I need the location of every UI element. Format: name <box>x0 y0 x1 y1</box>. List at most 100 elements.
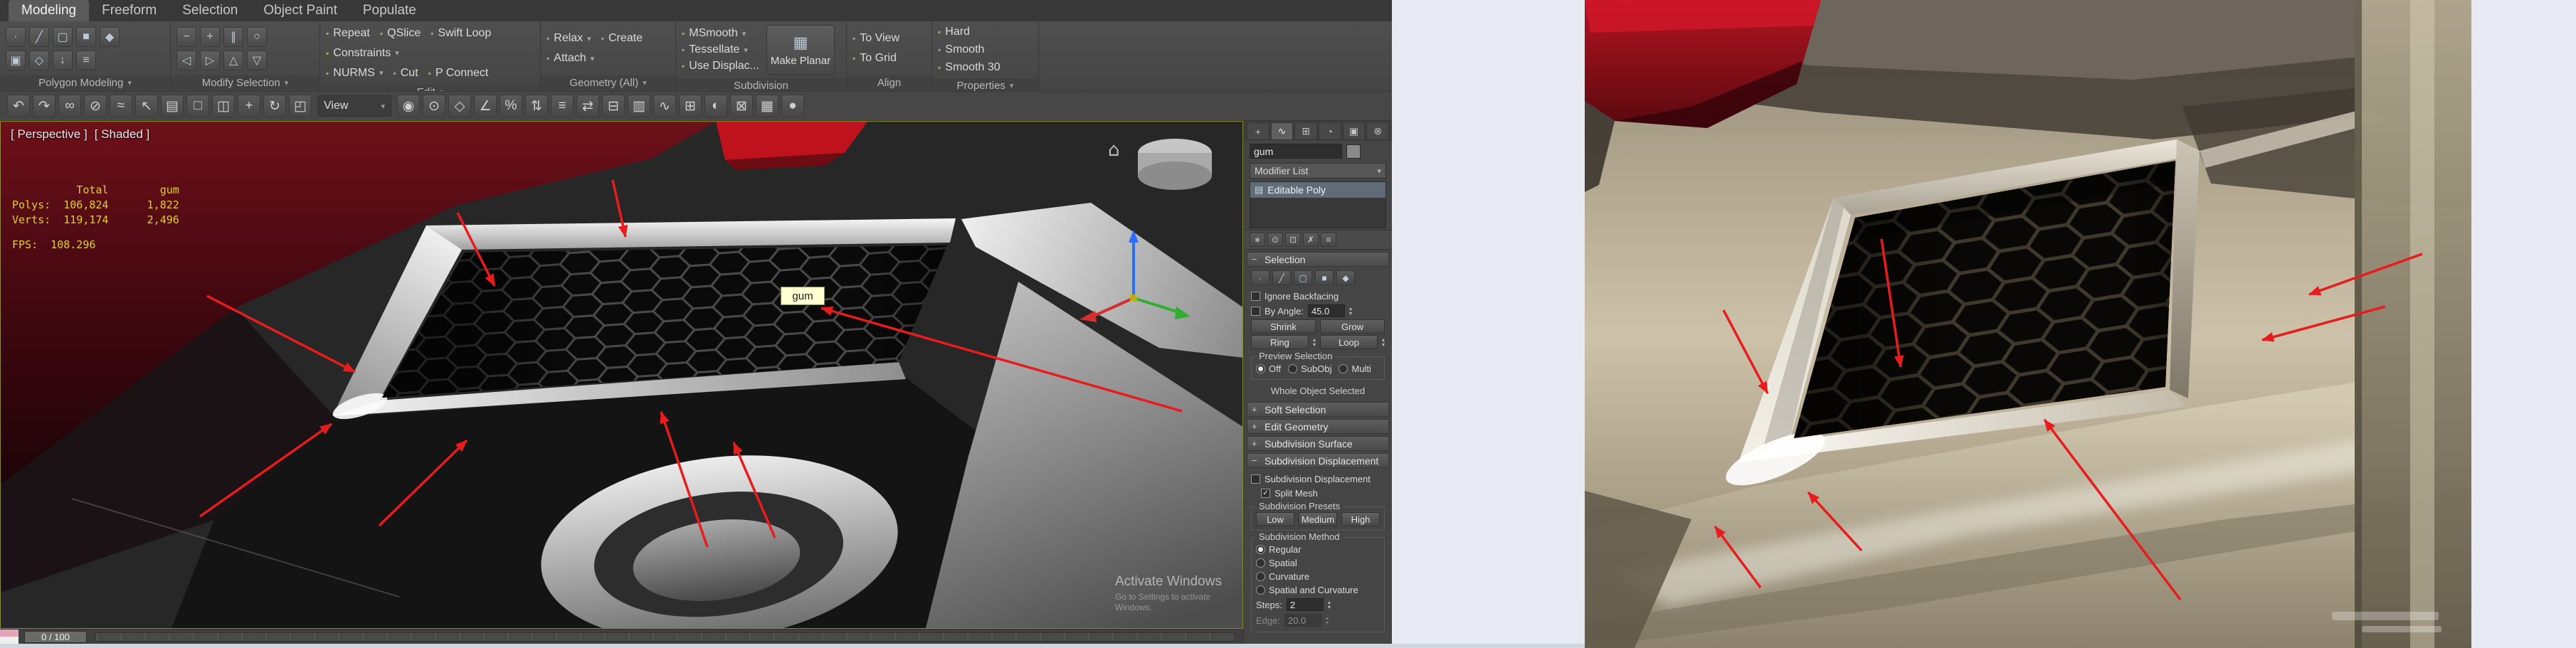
material-editor-icon[interactable]: ◐ <box>704 95 727 117</box>
viewcube[interactable] <box>1138 139 1212 190</box>
snaps-toggle-icon[interactable]: ◇ <box>448 95 471 117</box>
element-subobject-icon[interactable]: ◆ <box>100 26 120 47</box>
loop-selection-icon[interactable]: ○ <box>247 26 267 47</box>
select-by-name-icon[interactable]: ▤ <box>161 95 184 117</box>
time-slider-track[interactable] <box>95 632 1235 642</box>
ribbon-tab-selection[interactable]: Selection <box>169 0 250 21</box>
angle-snap-icon[interactable]: ∠ <box>474 95 497 117</box>
bind-spacewarp-icon[interactable]: ≈ <box>110 95 132 117</box>
shrink-button[interactable]: Shrink <box>1251 319 1316 334</box>
schematic-view-icon[interactable]: ⊞ <box>679 95 702 117</box>
modeling-options-icon[interactable]: ≡ <box>76 50 96 70</box>
steps-spinner[interactable]: ▴ ▾ <box>1328 600 1331 610</box>
geometry-all-group-label[interactable]: Geometry (All) ▾ <box>541 75 675 91</box>
select-link-icon[interactable]: ∞ <box>58 95 81 117</box>
show-end-result-icon[interactable]: ⊙ <box>1267 233 1283 247</box>
rollout-subdivision-surface-header[interactable]: + Subdivision Surface <box>1247 436 1389 451</box>
rollout-edit-geometry-header[interactable]: + Edit Geometry <box>1247 419 1389 434</box>
preset-low-button[interactable]: Low <box>1256 512 1294 526</box>
polygon-modeling-group-label[interactable]: Polygon Modeling ▾ <box>0 75 170 91</box>
element-subobject-icon[interactable]: ◆ <box>1336 270 1355 285</box>
ring-grow-icon[interactable]: ▷ <box>200 50 220 70</box>
preview-subobj-radio[interactable]: SubObj <box>1288 362 1331 376</box>
layer-manager-icon[interactable]: ▥ <box>628 95 650 117</box>
viewport-pov-label[interactable]: [ Perspective ] <box>11 127 88 142</box>
preview-off-radio[interactable]: Off <box>1256 362 1281 376</box>
ribbon-tab-object-paint[interactable]: Object Paint <box>250 0 350 21</box>
window-crossing-icon[interactable]: ◫ <box>212 95 235 117</box>
make-planar-button[interactable]: ▦ Make Planar <box>766 25 835 75</box>
border-subobject-icon[interactable]: ▢ <box>53 26 73 47</box>
edge-subobject-icon[interactable]: ╱ <box>29 26 49 47</box>
motion-tab-icon[interactable]: ◔ <box>1319 122 1341 139</box>
show-cage-icon[interactable]: ◇ <box>29 50 49 70</box>
rollout-selection-header[interactable]: − Selection <box>1247 252 1389 267</box>
modify-selection-group-label[interactable]: Modify Selection ▾ <box>171 75 320 91</box>
edge-subobject-icon[interactable]: ╱ <box>1272 270 1291 285</box>
preset-high-button[interactable]: High <box>1341 512 1380 526</box>
edge-value[interactable]: 20.0 <box>1284 614 1321 627</box>
remove-modifier-icon[interactable]: ✗ <box>1303 233 1319 247</box>
mirror-icon[interactable]: ⇄ <box>576 95 599 117</box>
p-connect-button[interactable]: ▪ P Connect <box>428 67 489 80</box>
ring-button[interactable]: Ring <box>1251 335 1309 349</box>
cut-button[interactable]: ▪ Cut <box>393 67 418 80</box>
stack-item-editable-poly[interactable]: ▤ Editable Poly <box>1250 182 1385 198</box>
qslice-button[interactable]: ▪ QSlice <box>380 27 421 40</box>
loop-button[interactable]: Loop <box>1320 335 1378 349</box>
steps-value[interactable]: 2 <box>1286 598 1324 611</box>
vertex-subobject-icon[interactable]: ∙ <box>6 26 26 47</box>
undo-icon[interactable]: ↶ <box>7 95 30 117</box>
pin-stack-icon[interactable]: ∗ <box>1250 233 1265 247</box>
loop-spinner[interactable]: ▴ ▾ <box>1382 337 1385 348</box>
border-subobject-icon[interactable]: ▢ <box>1294 270 1312 285</box>
ignore-backfacing-checkbox[interactable]: Ignore Backfacing <box>1251 289 1385 303</box>
align-to-view-button[interactable]: ▪ To View <box>852 32 899 45</box>
msmooth-button[interactable]: ▪ MSmooth ▾ <box>682 27 746 40</box>
create-button[interactable]: ▪ Create <box>601 32 643 45</box>
viewport-shading-label[interactable]: [ Shaded ] <box>95 127 150 142</box>
by-angle-value[interactable]: 45.0 <box>1307 304 1345 317</box>
ring-selection-icon[interactable]: ∥ <box>223 26 243 47</box>
rendered-frame-window-icon[interactable]: ▦ <box>756 95 778 117</box>
edge-spinner[interactable]: ▴ ▾ <box>1326 615 1329 626</box>
modifier-list-dropdown[interactable]: Modifier List ▾ <box>1250 163 1386 179</box>
object-color-swatch[interactable] <box>1346 144 1361 159</box>
constraints-dropdown[interactable]: ▪ Constraints ▾ <box>326 47 399 60</box>
hierarchy-tab-icon[interactable]: ⊞ <box>1294 122 1318 139</box>
configure-modifier-sets-icon[interactable]: ≡ <box>1321 233 1336 247</box>
nurms-button[interactable]: ▪ NURMS ▾ <box>326 67 383 80</box>
polygon-subobject-icon[interactable]: ■ <box>76 26 96 47</box>
percent-snap-icon[interactable]: % <box>500 95 522 117</box>
align-icon[interactable]: ⊟ <box>602 95 625 117</box>
method-curvature-radio[interactable]: Curvature <box>1256 570 1380 583</box>
modify-tab-icon[interactable]: ∿ <box>1270 122 1294 139</box>
render-icon[interactable]: ● <box>781 95 804 117</box>
render-setup-icon[interactable]: ⊠ <box>730 95 753 117</box>
select-move-icon[interactable]: + <box>238 95 260 117</box>
select-scale-icon[interactable]: ◰ <box>289 95 312 117</box>
create-tab-icon[interactable]: + <box>1247 122 1269 139</box>
time-slider-handle[interactable]: 0 / 100 <box>24 630 87 643</box>
object-name-field[interactable] <box>1250 144 1342 159</box>
maxscript-mini-listener[interactable] <box>0 630 19 644</box>
modifier-stack[interactable]: ▤ Editable Poly <box>1250 181 1386 228</box>
viewport-label[interactable]: [ Perspective ] [ Shaded ] <box>11 127 149 142</box>
swift-loop-button[interactable]: ▪ Swift Loop <box>431 27 491 40</box>
by-angle-spinner[interactable]: ▴ ▾ <box>1349 306 1352 317</box>
spinner-snap-icon[interactable]: ⇅ <box>525 95 548 117</box>
attach-button[interactable]: ▪ Attach ▾ <box>547 52 594 65</box>
method-spatial-radio[interactable]: Spatial <box>1256 556 1380 570</box>
viewport-perspective[interactable]: ⌂ [Perspective] [Shaded] Total gum P… <box>0 121 1243 629</box>
preview-multi-radio[interactable]: Multi <box>1339 362 1371 376</box>
named-selection-sets-icon[interactable]: ≡ <box>551 95 574 117</box>
polygon-subobject-icon[interactable]: ■ <box>1315 270 1334 285</box>
use-displacement-button[interactable]: ▪ Use Displac... <box>682 60 759 73</box>
redo-icon[interactable]: ↷ <box>33 95 56 117</box>
ribbon-tab-modeling[interactable]: Modeling <box>9 0 90 21</box>
smooth-smoothing-button[interactable]: ▪ Smooth <box>938 43 984 56</box>
rectangular-selection-icon[interactable]: □ <box>186 95 209 117</box>
make-unique-icon[interactable]: ⊡ <box>1285 233 1301 247</box>
display-tab-icon[interactable]: ▣ <box>1342 122 1366 139</box>
use-pivot-center-icon[interactable]: ◉ <box>397 95 420 117</box>
